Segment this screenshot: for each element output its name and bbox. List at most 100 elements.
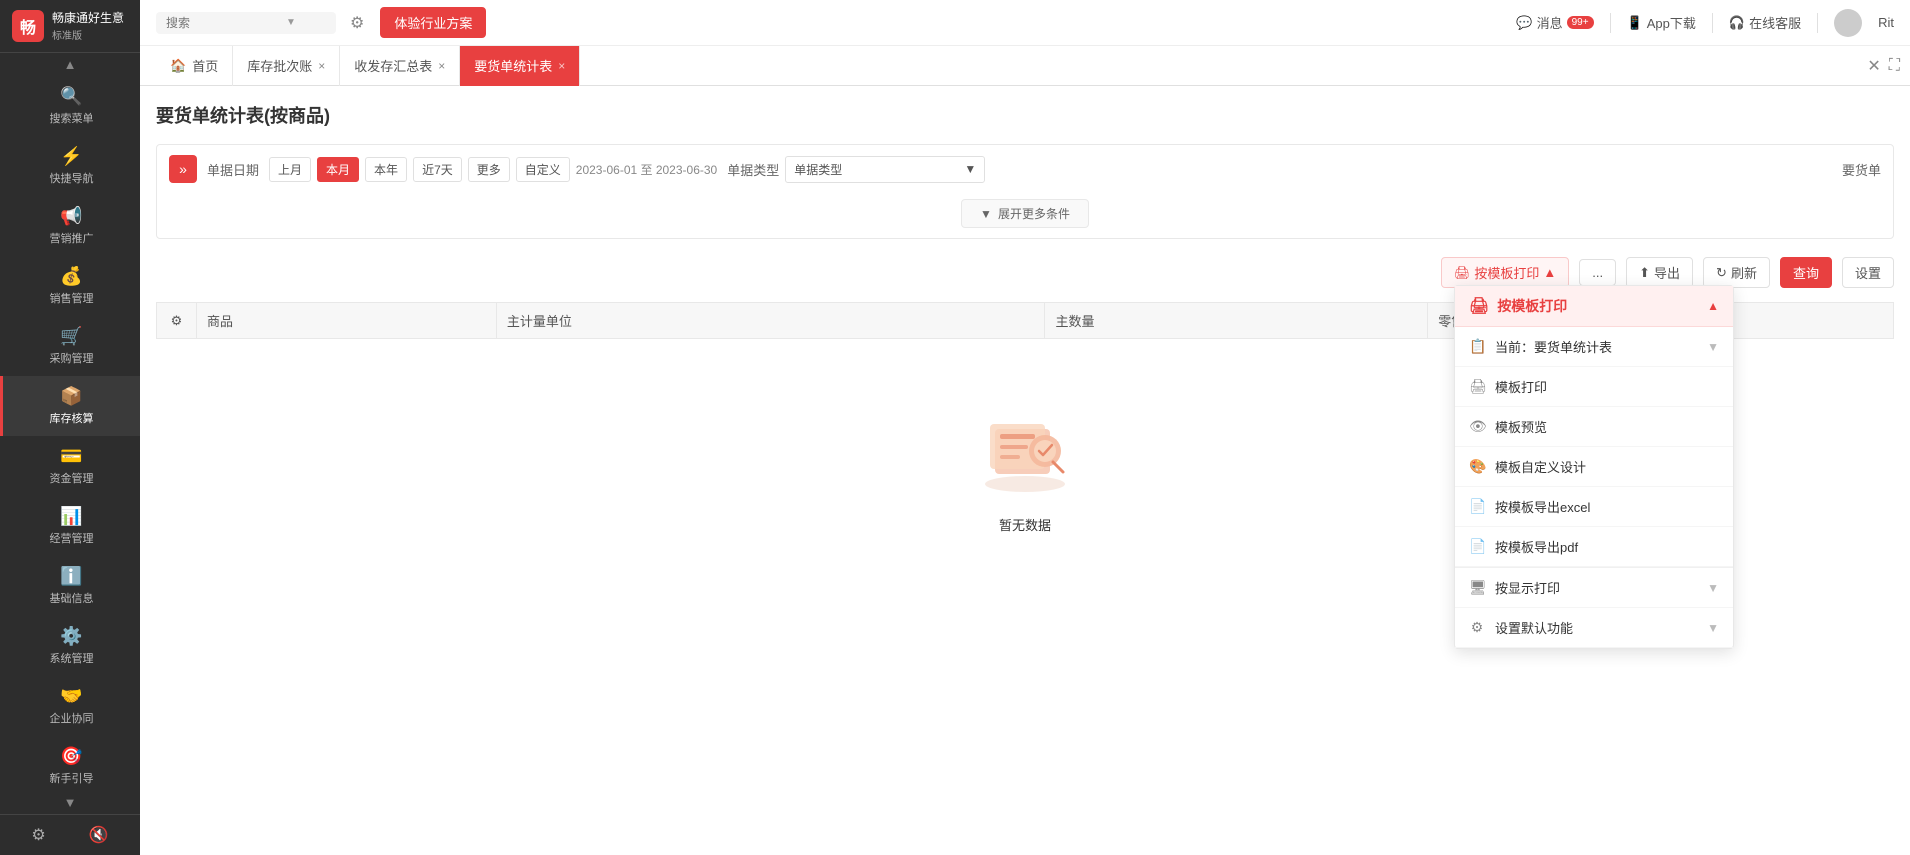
sidebar-item-inventory[interactable]: 📦 库存核算 (0, 376, 140, 436)
sidebar-item-enterprise[interactable]: 🤝 企业协同 (0, 676, 140, 736)
dropdown-header[interactable]: 🖨 按模板打印 ▲ (1455, 286, 1733, 327)
empty-icon (965, 399, 1085, 499)
sidebar-nav: 🔍 搜索菜单 ⚡ 快捷导航 📢 营销推广 💰 销售管理 🛒 采购管理 📦 库存核… (0, 76, 140, 791)
online-service-action[interactable]: 🎧 在线客服 (1729, 13, 1801, 32)
order-type-label: 单据类型 (727, 160, 779, 179)
tab-home-label: 首页 (192, 56, 218, 75)
sidebar-scroll-up[interactable]: ▲ (0, 53, 140, 76)
trial-button[interactable]: 体验行业方案 (380, 7, 486, 38)
tab-home[interactable]: 🏠 首页 (156, 46, 233, 86)
dropdown-template-export-excel-icon: 📄 (1469, 498, 1485, 515)
sidebar-item-purchase[interactable]: 🛒 采购管理 (0, 316, 140, 376)
sidebar-item-marketing[interactable]: 📢 营销推广 (0, 196, 140, 256)
date-btn-last-7-days[interactable]: 近7天 (413, 157, 462, 182)
content-area: 要货单统计表(按商品) » 单据日期 上月 本月 本年 近7天 更多 自定义 2… (140, 86, 1910, 855)
settings-button[interactable]: 设置 (1842, 257, 1894, 288)
sidebar-item-system[interactable]: ⚙️ 系统管理 (0, 616, 140, 676)
dropdown-template-print-item[interactable]: 🖨 模板打印 (1455, 367, 1733, 407)
tab-batch-accounts[interactable]: 库存批次账 × (233, 46, 340, 86)
expand-more-label: 展开更多条件 (998, 205, 1070, 222)
empty-text: 暂无数据 (999, 515, 1051, 534)
logo-badge: 标准版 (52, 27, 124, 42)
sidebar-item-sales[interactable]: 💰 销售管理 (0, 256, 140, 316)
tab-bar-expand-icon[interactable]: ⛶ (1889, 57, 1900, 75)
order-type-value: 单据类型 (794, 161, 842, 178)
date-btn-this-month[interactable]: 本月 (317, 157, 359, 182)
message-action[interactable]: 💬 消息 99+ (1516, 13, 1593, 32)
tab-batch-accounts-label: 库存批次账 (247, 56, 312, 75)
tab-bar-close-icon[interactable]: ✕ (1867, 56, 1880, 76)
filter-expand-row: ▼ 展开更多条件 (169, 199, 1881, 228)
sidebar-item-quick-nav[interactable]: ⚡ 快捷导航 (0, 136, 140, 196)
print-template-button[interactable]: 🖨 按模板打印 ▲ (1441, 257, 1569, 288)
quick-nav-icon: ⚡ (60, 146, 82, 167)
dropdown-current-item[interactable]: 📋 当前：要货单统计表 ▼ (1455, 327, 1733, 367)
finance-icon: 💳 (60, 446, 82, 467)
avatar[interactable] (1834, 9, 1862, 37)
username[interactable]: Rit (1878, 15, 1894, 30)
col-settings[interactable]: ⚙ (157, 303, 197, 339)
sidebar-item-operations[interactable]: 📊 经营管理 (0, 496, 140, 556)
table-toolbar: 🖨 按模板打印 ▲ ... ⬆ 导出 ↻ 刷新 查询 设置 🖨 (156, 249, 1894, 296)
dropdown-header-left: 🖨 按模板打印 (1469, 296, 1567, 316)
tab-order-stats-close-icon[interactable]: × (558, 59, 565, 73)
inventory-icon: 📦 (60, 386, 82, 407)
filter-expand-button[interactable]: » (169, 155, 197, 183)
query-button[interactable]: 查询 (1780, 257, 1832, 288)
dropdown-display-print-item[interactable]: 🖥 按显示打印 ▼ (1455, 568, 1733, 608)
refresh-label: 刷新 (1731, 263, 1757, 282)
dropdown-template-preview-item[interactable]: 👁 模板预览 (1455, 407, 1733, 447)
sidebar-scroll-down[interactable]: ▼ (0, 791, 140, 814)
dropdown-default-settings-arrow-icon: ▼ (1707, 621, 1719, 635)
tab-order-stats[interactable]: 要货单统计表 × (460, 46, 580, 86)
date-btn-more[interactable]: 更多 (468, 157, 510, 182)
topbar-gear-icon[interactable]: ⚙ (350, 13, 364, 33)
date-btn-custom[interactable]: 自定义 (516, 157, 570, 182)
export-button[interactable]: ⬆ 导出 (1626, 257, 1693, 288)
dropdown-template-export-pdf-item[interactable]: 📄 按模板导出pdf (1455, 527, 1733, 567)
footer-settings-icon[interactable]: ⚙ (31, 825, 45, 845)
tab-collection-summary-label: 收发存汇总表 (354, 56, 432, 75)
tab-order-stats-label: 要货单统计表 (474, 56, 552, 75)
sales-icon: 💰 (60, 266, 82, 287)
order-type-select[interactable]: 单据类型 ▼ (785, 156, 985, 183)
more-options-label: ... (1592, 265, 1603, 280)
topbar-search-box[interactable]: ▼ (156, 12, 336, 34)
topbar-search-dropdown-icon[interactable]: ▼ (286, 17, 296, 28)
dropdown-header-title: 按模板打印 (1497, 296, 1567, 316)
tab-collection-summary-close-icon[interactable]: × (438, 59, 445, 73)
expand-more-button[interactable]: ▼ 展开更多条件 (961, 199, 1089, 228)
dropdown-default-settings-item[interactable]: ⚙ 设置默认功能 ▼ (1455, 608, 1733, 648)
tab-collection-summary[interactable]: 收发存汇总表 × (340, 46, 460, 86)
sidebar-item-search[interactable]: 🔍 搜索菜单 (0, 76, 140, 136)
sidebar-item-newbie[interactable]: 🎯 新手引导 (0, 736, 140, 791)
sidebar-label-inventory: 库存核算 (50, 410, 94, 426)
footer-audio-icon[interactable]: 🔇 (89, 825, 109, 845)
date-btn-last-month[interactable]: 上月 (269, 157, 311, 182)
tab-batch-accounts-close-icon[interactable]: × (318, 59, 325, 73)
dropdown-section-display: 🖥 按显示打印 ▼ ⚙ 设置默认功能 ▼ (1455, 567, 1733, 648)
dropdown-template-design-item[interactable]: 🎨 模板自定义设计 (1455, 447, 1733, 487)
refresh-button[interactable]: ↻ 刷新 (1703, 257, 1770, 288)
dropdown-display-print-icon: 🖥 (1469, 579, 1485, 596)
dropdown-template-export-excel-item[interactable]: 📄 按模板导出excel (1455, 487, 1733, 527)
tab-bar-controls: ✕ ⛶ (1867, 56, 1910, 76)
topbar-search-input[interactable] (166, 16, 286, 30)
date-btn-this-year[interactable]: 本年 (365, 157, 407, 182)
sidebar-label-marketing: 营销推广 (50, 230, 94, 246)
message-label: 消息 (1537, 13, 1563, 32)
dropdown-default-settings-label: 设置默认功能 (1495, 618, 1573, 637)
app-download-icon: 📱 (1627, 15, 1643, 31)
sidebar-item-finance[interactable]: 💳 资金管理 (0, 436, 140, 496)
app-download-action[interactable]: 📱 App下载 (1627, 13, 1696, 32)
enterprise-icon: 🤝 (60, 686, 82, 707)
logo-icon: 畅 (12, 10, 44, 42)
dropdown-current-icon: 📋 (1469, 338, 1485, 355)
system-icon: ⚙️ (60, 626, 82, 647)
dropdown-header-print-icon: 🖨 (1469, 296, 1489, 316)
sidebar-label-enterprise: 企业协同 (50, 710, 94, 726)
more-options-button[interactable]: ... (1579, 259, 1616, 286)
logo-name: 畅康通好生意 (52, 10, 124, 27)
sidebar-item-basic-info[interactable]: ℹ️ 基础信息 (0, 556, 140, 616)
purchase-icon: 🛒 (60, 326, 82, 347)
